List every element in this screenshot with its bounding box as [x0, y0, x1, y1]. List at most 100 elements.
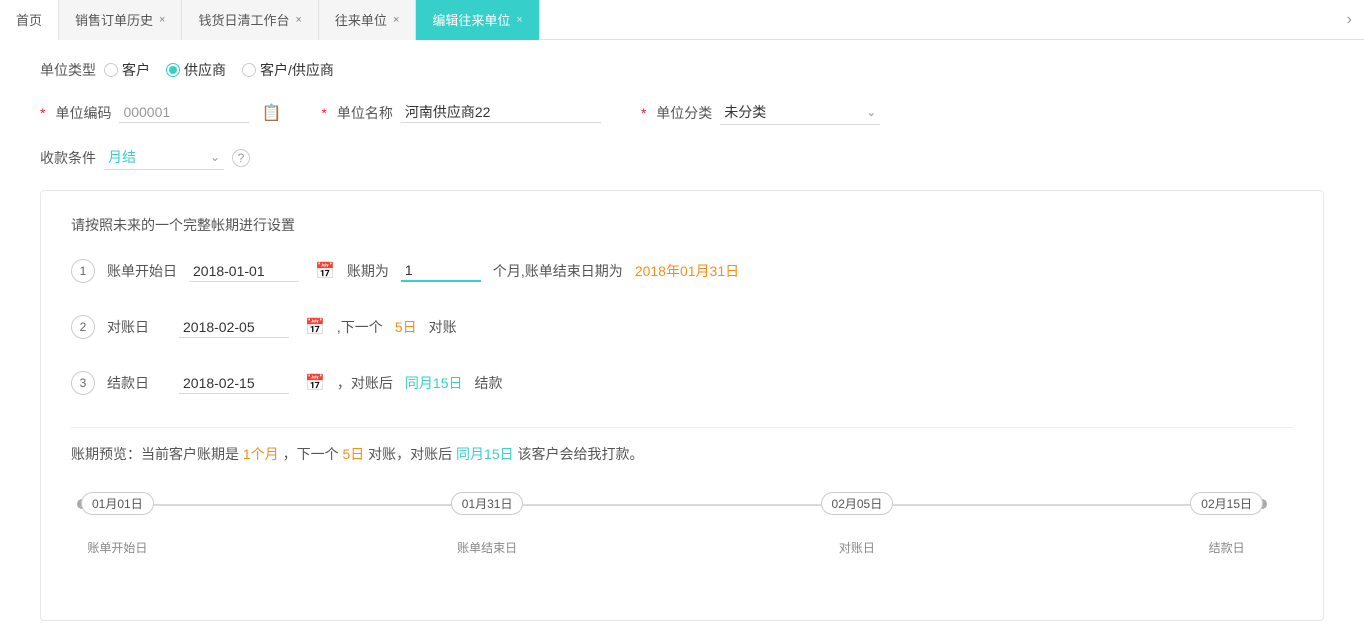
tab-edit-partner[interactable]: 编辑往来单位 ×	[416, 0, 539, 40]
preview-sep1: ，下一个	[283, 446, 339, 462]
radio-customer-label: 客户	[122, 60, 150, 80]
row-num-3: 3	[71, 371, 95, 395]
payment-prefix: ，对账后	[337, 373, 393, 393]
tab-sales-history[interactable]: 销售订单历史 ×	[59, 0, 182, 40]
close-icon[interactable]: ×	[393, 14, 399, 26]
payment-item: 收款条件 月结 ⌄ ?	[40, 145, 250, 170]
row-label-1: 账单开始日	[107, 261, 177, 281]
preview-section: 账期预览：当前客户账期是 1个月 ，下一个 5日 对账，对账后 同月15日 该客…	[71, 427, 1293, 596]
tab-sales-history-label: 销售订单历史	[75, 10, 153, 29]
payment-label: 收款条件	[40, 148, 96, 168]
row-num-1: 1	[71, 259, 95, 283]
preview-text: 账期预览：当前客户账期是 1个月 ，下一个 5日 对账，对账后 同月15日 该客…	[71, 444, 1293, 464]
radio-supplier-label: 供应商	[184, 60, 226, 80]
card-panel: 请按照未来的一个完整帐期进行设置 1 账单开始日 📅 账期为 个月,账单结束日期…	[40, 190, 1324, 621]
preview-suffix: 该客户会给我打款。	[518, 446, 644, 462]
payment-dropdown[interactable]: 月结 ⌄	[104, 145, 224, 170]
tabs-bar: 首页 销售订单历史 × 钱货日清工作台 × 往来单位 × 编辑往来单位 × ›	[0, 0, 1364, 40]
tab-cash-work[interactable]: 钱货日清工作台 ×	[182, 0, 318, 40]
preview-prefix: 账期预览：当前客户账期是	[71, 446, 239, 462]
preview-sep2: 对账，对账后	[368, 446, 452, 462]
category-item: * 单位分类 未分类 ⌄	[641, 100, 880, 125]
radio-group-unit-type: 客户 供应商 客户/供应商	[104, 60, 334, 80]
setting-row-2: 2 对账日 📅 ,下一个 5日 对账	[71, 315, 1293, 339]
unit-type-row: 单位类型 客户 供应商 客户/供应商	[40, 60, 1324, 80]
node-label-1: 账单开始日	[87, 539, 147, 556]
tabs-arrow[interactable]: ›	[1335, 11, 1364, 29]
payment-date-input[interactable]	[179, 373, 289, 394]
period-mid-text: 账期为	[347, 261, 389, 281]
tab-partners-label: 往来单位	[335, 10, 387, 29]
node-label-4: 结款日	[1209, 539, 1245, 556]
node-badge-2: 01月31日	[451, 492, 524, 515]
calendar-icon-2[interactable]: 📅	[305, 317, 325, 337]
card-title: 请按照未来的一个完整帐期进行设置	[71, 215, 1293, 235]
category-dropdown[interactable]: 未分类 ⌄	[720, 100, 880, 125]
radio-circle-both	[242, 63, 256, 77]
code-label: 单位编码	[55, 103, 111, 123]
category-value: 未分类	[724, 102, 858, 122]
category-dropdown-arrow: ⌄	[866, 105, 876, 119]
radio-supplier[interactable]: 供应商	[166, 60, 226, 80]
timeline-node-2: 01月31日 账单结束日	[451, 492, 524, 556]
timeline-node-1: 01月01日 账单开始日	[81, 492, 154, 556]
payment-highlight: 同月15日	[405, 373, 463, 393]
name-item: * 单位名称	[321, 102, 600, 123]
unit-type-item: 单位类型 客户 供应商 客户/供应商	[40, 60, 334, 80]
payment-value: 月结	[108, 147, 206, 167]
copy-icon[interactable]: 📋	[261, 103, 281, 123]
calendar-icon-3[interactable]: 📅	[305, 373, 325, 393]
reconcile-suffix: 对账	[429, 317, 457, 337]
period-end-date: 2018年01月31日	[635, 261, 739, 281]
timeline-container: 01月01日 账单开始日 01月31日 账单结束日 02月05日 对账日 02月…	[71, 492, 1293, 596]
reconcile-date-input[interactable]	[179, 317, 289, 338]
close-icon[interactable]: ×	[159, 14, 165, 26]
tab-home-label: 首页	[16, 10, 42, 29]
timeline-node-4: 02月15日 结款日	[1190, 492, 1263, 556]
start-date-input[interactable]	[189, 261, 299, 282]
payment-row: 收款条件 月结 ⌄ ?	[40, 145, 1324, 170]
row-label-3: 结款日	[107, 373, 167, 393]
preview-part3: 同月15日	[456, 446, 514, 462]
radio-circle-customer	[104, 63, 118, 77]
node-label-2: 账单结束日	[457, 539, 517, 556]
setting-row-3: 3 结款日 📅 ，对账后 同月15日 结款	[71, 371, 1293, 395]
required-star-code: *	[40, 105, 45, 121]
close-icon[interactable]: ×	[295, 14, 301, 26]
preview-part1: 1个月	[243, 446, 279, 462]
node-badge-4: 02月15日	[1190, 492, 1263, 515]
unit-type-label: 单位类型	[40, 60, 96, 80]
node-badge-1: 01月01日	[81, 492, 154, 515]
required-star-name: *	[321, 105, 326, 121]
category-label: 单位分类	[656, 103, 712, 123]
code-input[interactable]	[119, 102, 249, 123]
tab-home[interactable]: 首页	[0, 0, 59, 40]
close-icon[interactable]: ×	[516, 14, 522, 26]
main-content: 单位类型 客户 供应商 客户/供应商 * 单位编码	[0, 40, 1364, 641]
required-star-category: *	[641, 105, 646, 121]
setting-row-1: 1 账单开始日 📅 账期为 个月,账单结束日期为 2018年01月31日	[71, 259, 1293, 283]
radio-both[interactable]: 客户/供应商	[242, 60, 334, 80]
calendar-icon-1[interactable]: 📅	[315, 261, 335, 281]
radio-both-label: 客户/供应商	[260, 60, 334, 80]
period-unit-text: 个月,账单结束日期为	[493, 261, 623, 281]
radio-circle-supplier	[166, 63, 180, 77]
tab-cash-work-label: 钱货日清工作台	[198, 10, 289, 29]
help-icon[interactable]: ?	[232, 149, 250, 167]
tab-edit-partner-label: 编辑往来单位	[432, 10, 510, 29]
period-input[interactable]	[401, 260, 481, 282]
code-name-category-row: * 单位编码 📋 * 单位名称 * 单位分类 未分类 ⌄	[40, 100, 1324, 125]
payment-suffix: 结款	[475, 373, 503, 393]
timeline-node-3: 02月05日 对账日	[821, 492, 894, 556]
node-badge-3: 02月05日	[821, 492, 894, 515]
node-label-3: 对账日	[839, 539, 875, 556]
row-label-2: 对账日	[107, 317, 167, 337]
tab-partners[interactable]: 往来单位 ×	[319, 0, 416, 40]
reconcile-highlight: 5日	[395, 317, 417, 337]
payment-dropdown-arrow: ⌄	[210, 150, 220, 164]
timeline-nodes: 01月01日 账单开始日 01月31日 账单结束日 02月05日 对账日 02月…	[81, 492, 1263, 556]
name-label: 单位名称	[337, 103, 393, 123]
radio-customer[interactable]: 客户	[104, 60, 150, 80]
name-input[interactable]	[401, 102, 601, 123]
preview-part2: 5日	[342, 446, 364, 462]
